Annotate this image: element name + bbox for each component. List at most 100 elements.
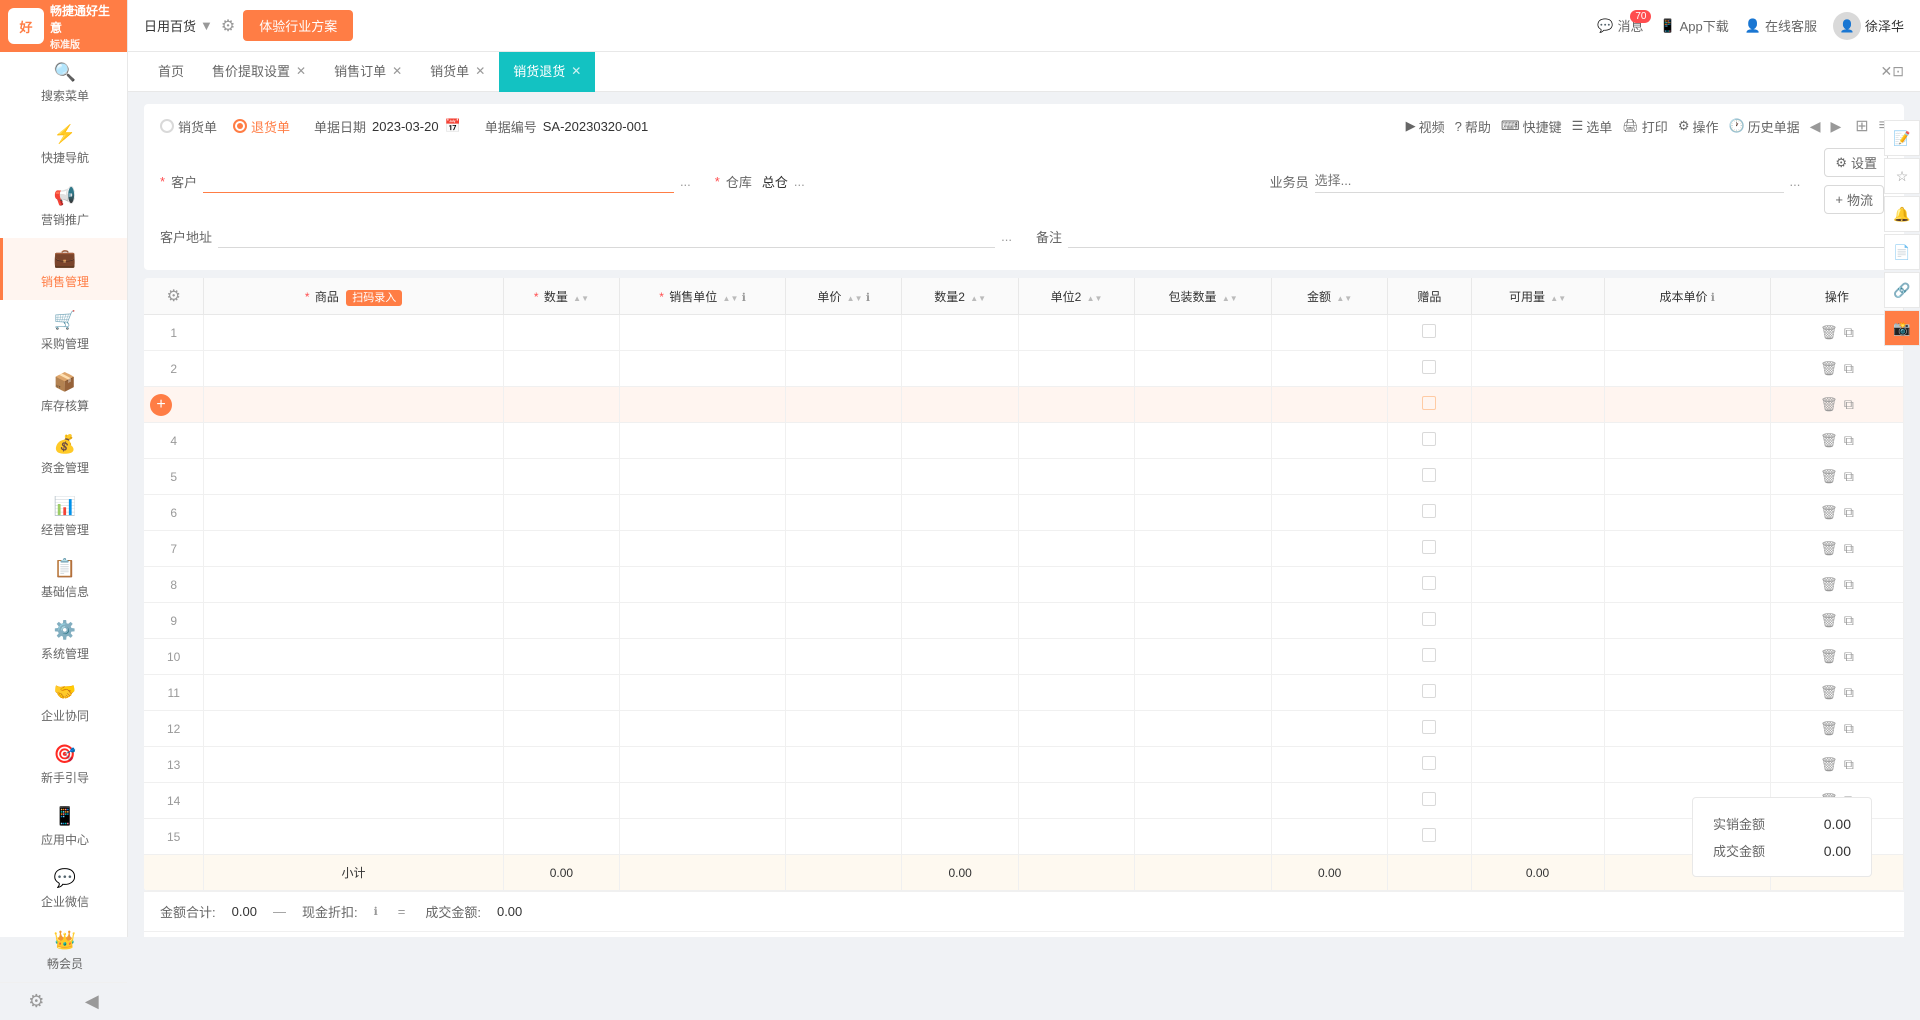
unit-cell-13[interactable] (620, 747, 786, 783)
cost-cell-11[interactable] (1604, 675, 1770, 711)
gift-checkbox-10[interactable] (1422, 648, 1436, 662)
pack-cell-10[interactable] (1135, 639, 1272, 675)
copy-row-11[interactable]: ⧉ (1844, 684, 1854, 701)
gift-cell-12[interactable] (1388, 711, 1471, 747)
price-cell-2[interactable] (785, 351, 901, 387)
action-help[interactable]: ? 帮助 (1455, 117, 1491, 136)
delete-row-8[interactable]: 🗑 (1820, 576, 1838, 593)
delete-row-2[interactable]: 🗑 (1820, 360, 1838, 377)
qty-cell-10[interactable] (503, 639, 619, 675)
qty2-cell-3[interactable] (902, 387, 1018, 423)
amount-cell-5[interactable] (1271, 459, 1387, 495)
cost-cell-4[interactable] (1604, 423, 1770, 459)
available-cell-1[interactable] (1471, 315, 1604, 351)
unit-cell-1[interactable] (620, 315, 786, 351)
cost-cell-8[interactable] (1604, 567, 1770, 603)
available-cell-13[interactable] (1471, 747, 1604, 783)
price-cell-4[interactable] (785, 423, 901, 459)
right-sidebar-bell[interactable]: 🔔 (1884, 196, 1920, 232)
unit2-cell-2[interactable] (1018, 351, 1134, 387)
product-cell-10[interactable] (204, 639, 503, 675)
product-cell-12[interactable] (204, 711, 503, 747)
gift-checkbox-1[interactable] (1422, 324, 1436, 338)
gift-cell-13[interactable] (1388, 747, 1471, 783)
unit2-cell-13[interactable] (1018, 747, 1134, 783)
amount-cell-10[interactable] (1271, 639, 1387, 675)
amount-cell-2[interactable] (1271, 351, 1387, 387)
right-sidebar-camera[interactable]: 📸 (1884, 310, 1920, 346)
qty-cell-8[interactable] (503, 567, 619, 603)
product-cell-4[interactable] (204, 423, 503, 459)
grid-view-icon[interactable]: ⊞ (1855, 116, 1868, 136)
gift-cell-6[interactable] (1388, 495, 1471, 531)
pack-cell-5[interactable] (1135, 459, 1272, 495)
pack-cell-14[interactable] (1135, 783, 1272, 819)
pack-cell-4[interactable] (1135, 423, 1272, 459)
product-input-3[interactable] (210, 397, 496, 412)
sidebar-item-marketing[interactable]: 📢 营销推广 (0, 176, 127, 238)
pack-cell-8[interactable] (1135, 567, 1272, 603)
pack-cell-7[interactable] (1135, 531, 1272, 567)
info-icon-price[interactable]: ℹ (866, 292, 870, 304)
price-cell-12[interactable] (785, 711, 901, 747)
calendar-icon[interactable]: 📅 (445, 118, 461, 134)
unit2-cell-9[interactable] (1018, 603, 1134, 639)
available-cell-14[interactable] (1471, 783, 1604, 819)
delete-row-10[interactable]: 🗑 (1820, 648, 1838, 665)
qty2-cell-12[interactable] (902, 711, 1018, 747)
unit2-cell-15[interactable] (1018, 819, 1134, 855)
warehouse-select-icon[interactable]: ... (794, 174, 805, 189)
qty2-cell-7[interactable] (902, 531, 1018, 567)
amount-cell-13[interactable] (1271, 747, 1387, 783)
close-all-tabs-icon[interactable]: ✕ (1881, 63, 1893, 80)
info-icon-unit[interactable]: ℹ (742, 292, 746, 304)
gift-checkbox-11[interactable] (1422, 684, 1436, 698)
unit2-cell-7[interactable] (1018, 531, 1134, 567)
gift-checkbox-13[interactable] (1422, 756, 1436, 770)
action-history[interactable]: 🕐 历史单据 (1728, 117, 1799, 136)
copy-row-1[interactable]: ⧉ (1844, 324, 1854, 341)
qty-cell-6[interactable] (503, 495, 619, 531)
available-cell-5[interactable] (1471, 459, 1604, 495)
pack-cell-15[interactable] (1135, 819, 1272, 855)
trial-btn[interactable]: 体验行业方案 (243, 10, 353, 41)
qty2-cell-9[interactable] (902, 603, 1018, 639)
tab-close-price-settings[interactable]: ✕ (296, 64, 306, 78)
gift-checkbox-6[interactable] (1422, 504, 1436, 518)
amount-cell-11[interactable] (1271, 675, 1387, 711)
qty-cell-4[interactable] (503, 423, 619, 459)
add-row-btn[interactable]: + (150, 394, 172, 416)
qty-cell-2[interactable] (503, 351, 619, 387)
price-cell-6[interactable] (785, 495, 901, 531)
available-cell-6[interactable] (1471, 495, 1604, 531)
available-cell-4[interactable] (1471, 423, 1604, 459)
tab-close-sales-return[interactable]: ✕ (571, 64, 581, 78)
sidebar-item-system[interactable]: ⚙️ 系统管理 (0, 610, 127, 672)
cost-cell-5[interactable] (1604, 459, 1770, 495)
unit2-cell-5[interactable] (1018, 459, 1134, 495)
copy-row-5[interactable]: ⧉ (1844, 468, 1854, 485)
qty-cell-12[interactable] (503, 711, 619, 747)
gift-checkbox-15[interactable] (1422, 828, 1436, 842)
unit-cell-10[interactable] (620, 639, 786, 675)
product-cell-1[interactable] (204, 315, 503, 351)
tab-price-settings[interactable]: 售价提取设置 ✕ (198, 52, 320, 92)
amount-cell-12[interactable] (1271, 711, 1387, 747)
cost-cell-10[interactable] (1604, 639, 1770, 675)
product-cell-8[interactable] (204, 567, 503, 603)
info-icon-cost[interactable]: ℹ (1711, 292, 1715, 304)
setting-btn[interactable]: ⚙ 设置 (1824, 148, 1888, 177)
copy-row-6[interactable]: ⧉ (1844, 504, 1854, 521)
gift-cell-5[interactable] (1388, 459, 1471, 495)
available-cell-10[interactable] (1471, 639, 1604, 675)
delete-row-13[interactable]: 🗑 (1820, 756, 1838, 773)
price-cell-7[interactable] (785, 531, 901, 567)
right-sidebar-link[interactable]: 🔗 (1884, 272, 1920, 308)
amount-cell-14[interactable] (1271, 783, 1387, 819)
unit-cell-4[interactable] (620, 423, 786, 459)
unit2-cell-11[interactable] (1018, 675, 1134, 711)
gift-cell-7[interactable] (1388, 531, 1471, 567)
amount-cell-1[interactable] (1271, 315, 1387, 351)
price-cell-10[interactable] (785, 639, 901, 675)
gift-checkbox-8[interactable] (1422, 576, 1436, 590)
